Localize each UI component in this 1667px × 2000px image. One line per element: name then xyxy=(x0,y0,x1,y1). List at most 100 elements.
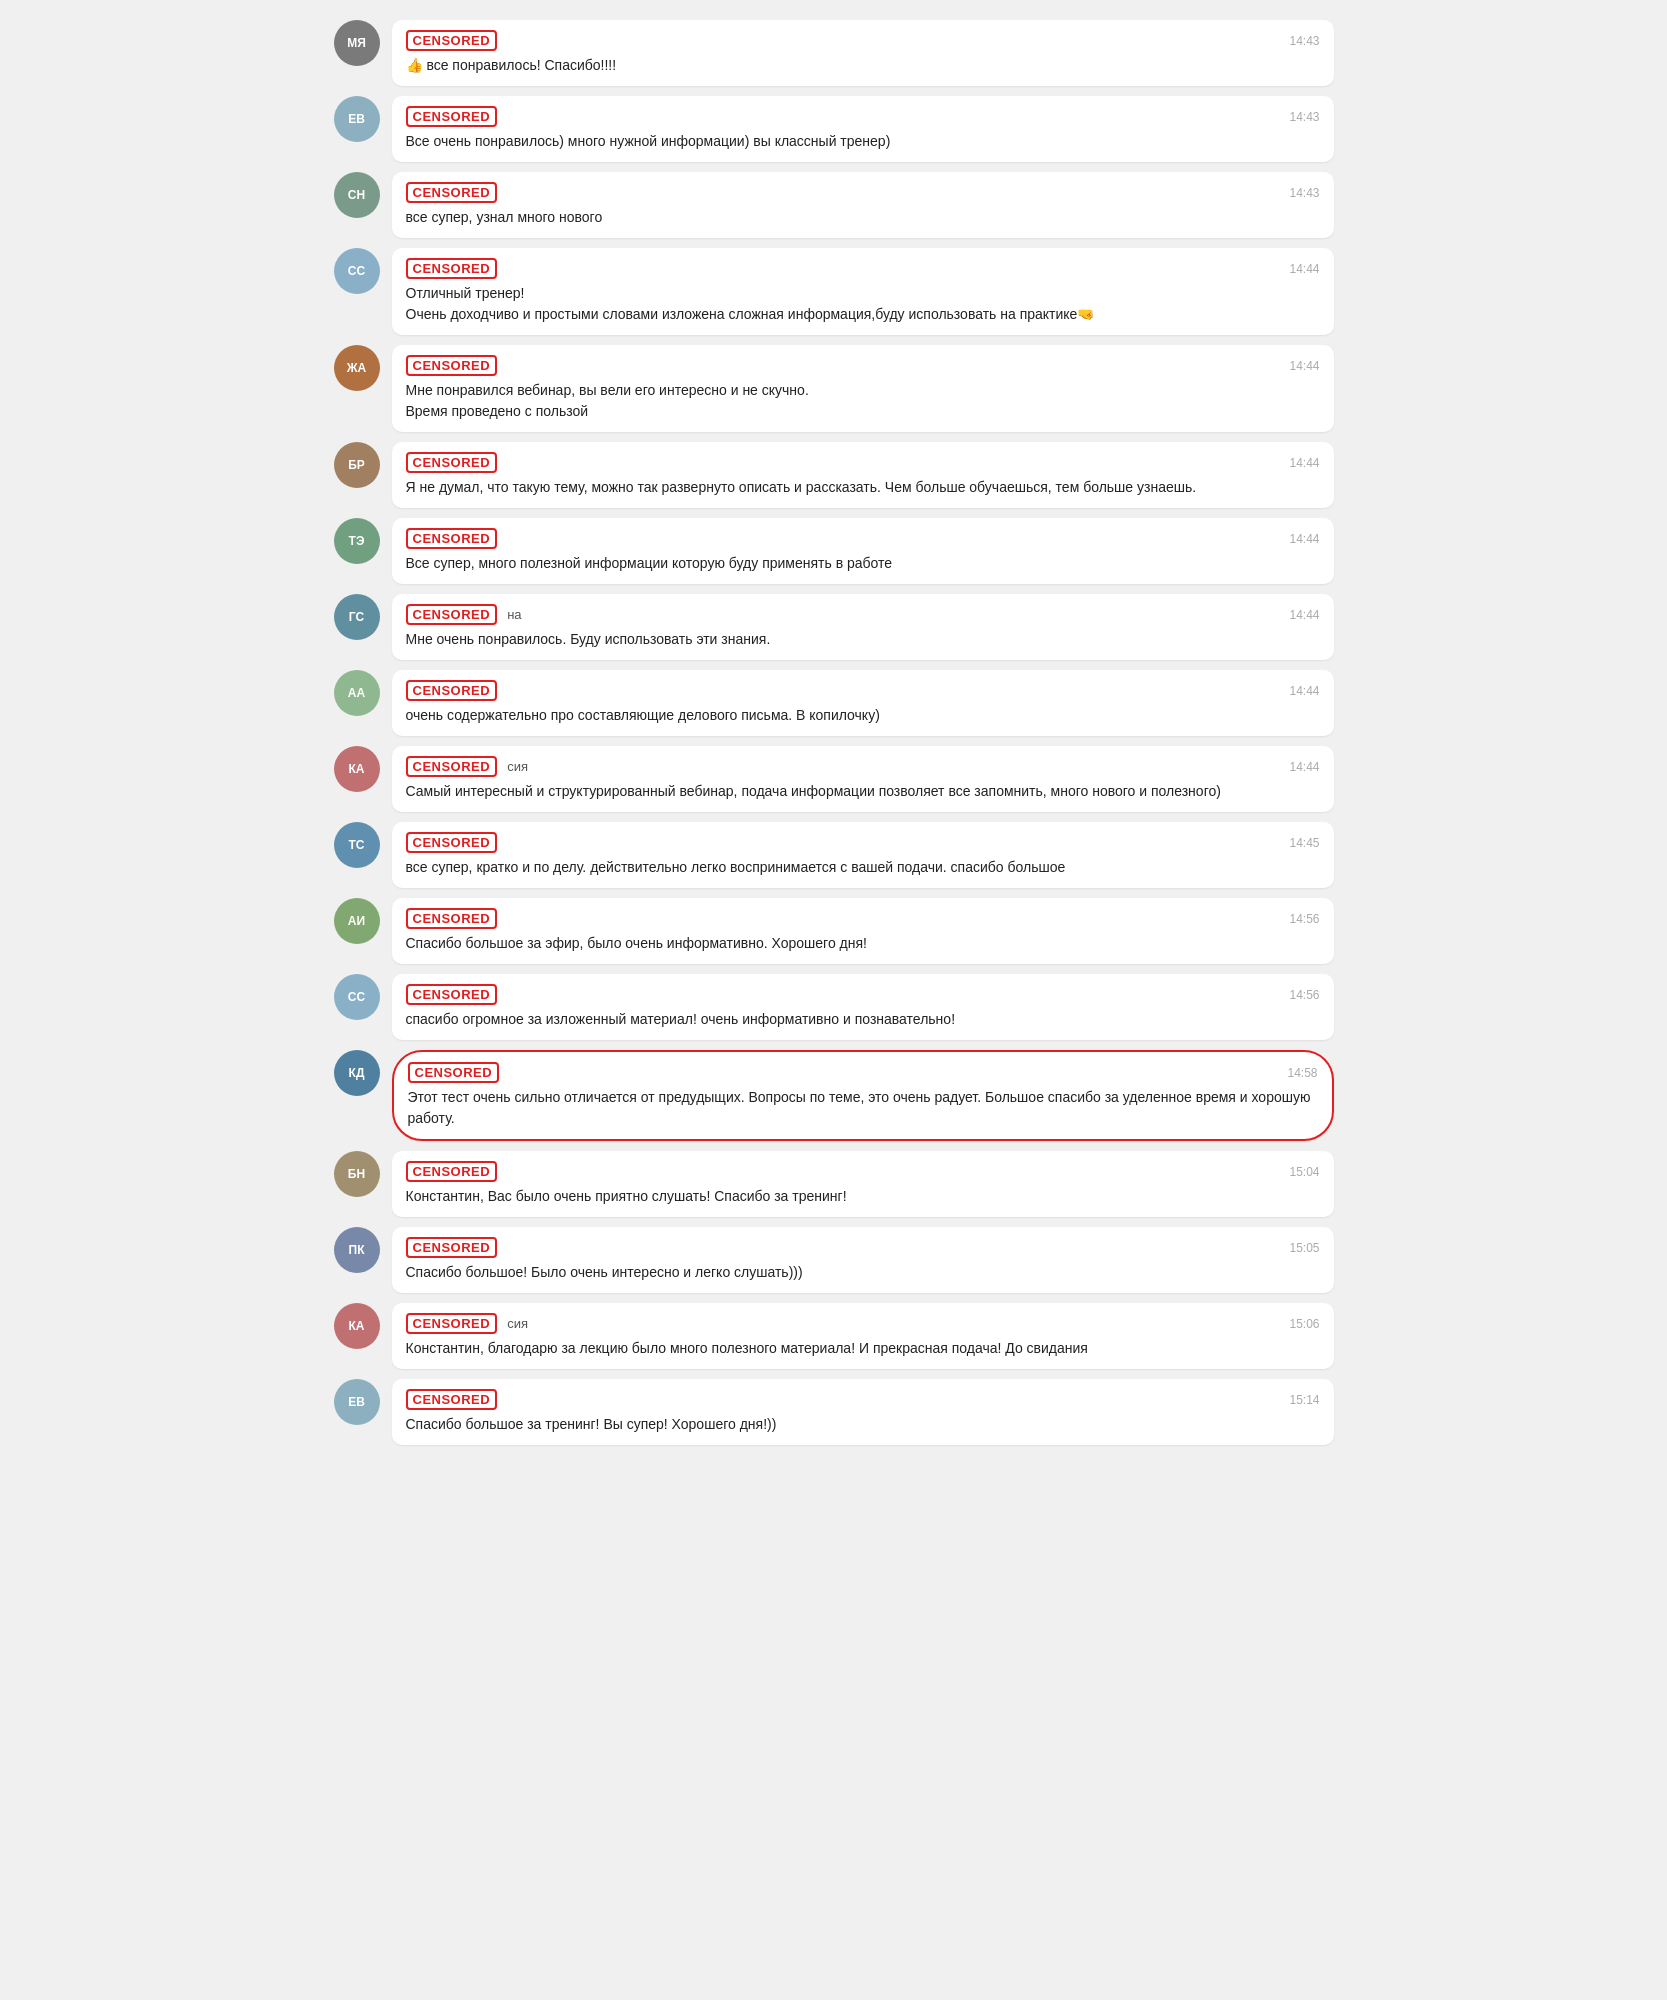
message-bubble: CENSORED сия 14:44 Самый интересный и струк… xyxy=(392,746,1334,812)
message-bubble: CENSORED 14:58 Этот тест очень сильно отли… xyxy=(392,1050,1334,1141)
message-text: Все супер, много полезной информации кот… xyxy=(406,553,1320,574)
avatar: ЕВ xyxy=(334,96,380,142)
avatar: СС xyxy=(334,248,380,294)
message-bubble: CENSORED14:44Я не думал, что такую тему,… xyxy=(392,442,1334,508)
message-text: Этот тест очень сильно отличается от пре… xyxy=(408,1087,1318,1129)
message-text: Самый интересный и структурированный веб… xyxy=(406,781,1320,802)
timestamp: 14:45 xyxy=(1289,836,1319,850)
avatar: ПК xyxy=(334,1227,380,1273)
message-bubble: CENSORED15:05 Спасибо большое! Было очень… xyxy=(392,1227,1334,1293)
message-text: Мне понравился вебинар, вы вели его инте… xyxy=(406,380,1320,422)
message-row: ЖА CENSORED14:44 Мне понравился вебинар, в… xyxy=(334,345,1334,432)
avatar: СС xyxy=(334,974,380,1020)
message-header: CENSORED сия 14:44 xyxy=(406,756,1320,777)
message-row: БР CENSORED14:44Я не думал, что такую тем… xyxy=(334,442,1334,508)
avatar: КА xyxy=(334,746,380,792)
message-text: спасибо огромное за изложенный материал!… xyxy=(406,1009,1320,1030)
censored-badge: CENSORED xyxy=(406,528,498,549)
message-row: ПК CENSORED15:05 Спасибо большое! Было оче… xyxy=(334,1227,1334,1293)
message-bubble: CENSORED сия 15:06 Константин, благодарю за… xyxy=(392,1303,1334,1369)
message-header: CENSORED 14:43 xyxy=(406,106,1320,127)
message-header: CENSORED14:56 xyxy=(406,908,1320,929)
timestamp: 14:44 xyxy=(1289,359,1319,373)
avatar: ГС xyxy=(334,594,380,640)
name-suffix: сия xyxy=(507,1316,528,1331)
avatar: БР xyxy=(334,442,380,488)
timestamp: 15:04 xyxy=(1289,1165,1319,1179)
message-row: ЕВCENSORED14:43Все очень понравилось) мн… xyxy=(334,96,1334,162)
censored-badge: CENSORED xyxy=(406,1237,498,1258)
message-bubble: CENSORED 14:45 все супер, кратко и по делу… xyxy=(392,822,1334,888)
censored-badge: CENSORED xyxy=(406,182,498,203)
message-bubble: CENSORED 14:44 Все супер, много полезной и… xyxy=(392,518,1334,584)
message-row: БНCENSORED15:04Константин, Вас было очен… xyxy=(334,1151,1334,1217)
timestamp: 15:14 xyxy=(1289,1393,1319,1407)
message-text: все супер, узнал много нового xyxy=(406,207,1320,228)
timestamp: 14:58 xyxy=(1287,1066,1317,1080)
message-bubble: CENSORED15:14Спасибо большое за тренинг!… xyxy=(392,1379,1334,1445)
message-text: Константин, благодарю за лекцию было мно… xyxy=(406,1338,1320,1359)
message-header: CENSORED сия 15:06 xyxy=(406,1313,1320,1334)
message-row: КД CENSORED 14:58 Этот тест очень сильно от… xyxy=(334,1050,1334,1141)
message-header: CENSORED14:44 xyxy=(406,355,1320,376)
message-header: CENSORED 15:14 xyxy=(406,1389,1320,1410)
message-header: CENSORED 14:44 xyxy=(406,528,1320,549)
message-header: CENSORED 14:45 xyxy=(406,832,1320,853)
message-text: все супер, кратко и по делу. действитель… xyxy=(406,857,1320,878)
timestamp: 14:44 xyxy=(1289,456,1319,470)
message-row: ТЭ CENSORED 14:44 Все супер, много полезной… xyxy=(334,518,1334,584)
avatar: БН xyxy=(334,1151,380,1197)
timestamp: 14:43 xyxy=(1289,34,1319,48)
timestamp: 15:06 xyxy=(1289,1317,1319,1331)
timestamp: 14:43 xyxy=(1289,186,1319,200)
message-header: CENSORED15:05 xyxy=(406,1237,1320,1258)
censored-badge: CENSORED xyxy=(406,1389,498,1410)
avatar: ТЭ xyxy=(334,518,380,564)
timestamp: 14:43 xyxy=(1289,110,1319,124)
timestamp: 14:44 xyxy=(1289,760,1319,774)
censored-badge: CENSORED xyxy=(406,258,498,279)
message-row: ТС CENSORED 14:45 все супер, кратко и по де… xyxy=(334,822,1334,888)
censored-badge: CENSORED xyxy=(406,832,498,853)
avatar: АИ xyxy=(334,898,380,944)
censored-badge: CENSORED xyxy=(408,1062,500,1083)
message-bubble: CENSORED14:43Все очень понравилось) мног… xyxy=(392,96,1334,162)
message-text: очень содержательно про составляющие дел… xyxy=(406,705,1320,726)
timestamp: 14:44 xyxy=(1289,532,1319,546)
message-bubble: CENSORED 14:43 все супер, узнал много ново… xyxy=(392,172,1334,238)
censored-badge: CENSORED xyxy=(406,604,498,625)
message-text: Константин, Вас было очень приятно слуша… xyxy=(406,1186,1320,1207)
message-row: ЕВCENSORED15:14Спасибо большое за тренин… xyxy=(334,1379,1334,1445)
censored-badge: CENSORED xyxy=(406,106,498,127)
timestamp: 14:56 xyxy=(1289,912,1319,926)
message-row: МЯ CENSORED14:43👍 все понравилось! Спасиб… xyxy=(334,20,1334,86)
message-row: КА CENSORED сия 14:44 Самый интересный и стр… xyxy=(334,746,1334,812)
message-row: ССCENSORED14:56спасибо огромное за излож… xyxy=(334,974,1334,1040)
timestamp: 14:44 xyxy=(1289,608,1319,622)
avatar: СН xyxy=(334,172,380,218)
chat-list: МЯ CENSORED14:43👍 все понравилось! Спасиб… xyxy=(334,20,1334,1445)
avatar: АА xyxy=(334,670,380,716)
avatar: КД xyxy=(334,1050,380,1096)
message-text: Спасибо большое! Было очень интересно и … xyxy=(406,1262,1320,1283)
censored-badge: CENSORED xyxy=(406,1313,498,1334)
name-suffix: сия xyxy=(507,759,528,774)
avatar: ЕВ xyxy=(334,1379,380,1425)
timestamp: 14:56 xyxy=(1289,988,1319,1002)
timestamp: 14:44 xyxy=(1289,684,1319,698)
message-header: CENSORED 14:43 xyxy=(406,182,1320,203)
message-row: АИCENSORED14:56Спасибо большое за эфир, … xyxy=(334,898,1334,964)
timestamp: 14:44 xyxy=(1289,262,1319,276)
message-row: КА CENSORED сия 15:06 Константин, благодарю … xyxy=(334,1303,1334,1369)
avatar: КА xyxy=(334,1303,380,1349)
message-bubble: CENSORED14:43👍 все понравилось! Спасибо!… xyxy=(392,20,1334,86)
avatar: ЖА xyxy=(334,345,380,391)
message-text: Я не думал, что такую тему, можно так ра… xyxy=(406,477,1320,498)
name-suffix: на xyxy=(507,607,521,622)
avatar: МЯ xyxy=(334,20,380,66)
censored-badge: CENSORED xyxy=(406,756,498,777)
message-header: CENSORED 14:58 xyxy=(408,1062,1318,1083)
avatar: ТС xyxy=(334,822,380,868)
message-header: CENSORED 14:44 xyxy=(406,680,1320,701)
censored-badge: CENSORED xyxy=(406,680,498,701)
